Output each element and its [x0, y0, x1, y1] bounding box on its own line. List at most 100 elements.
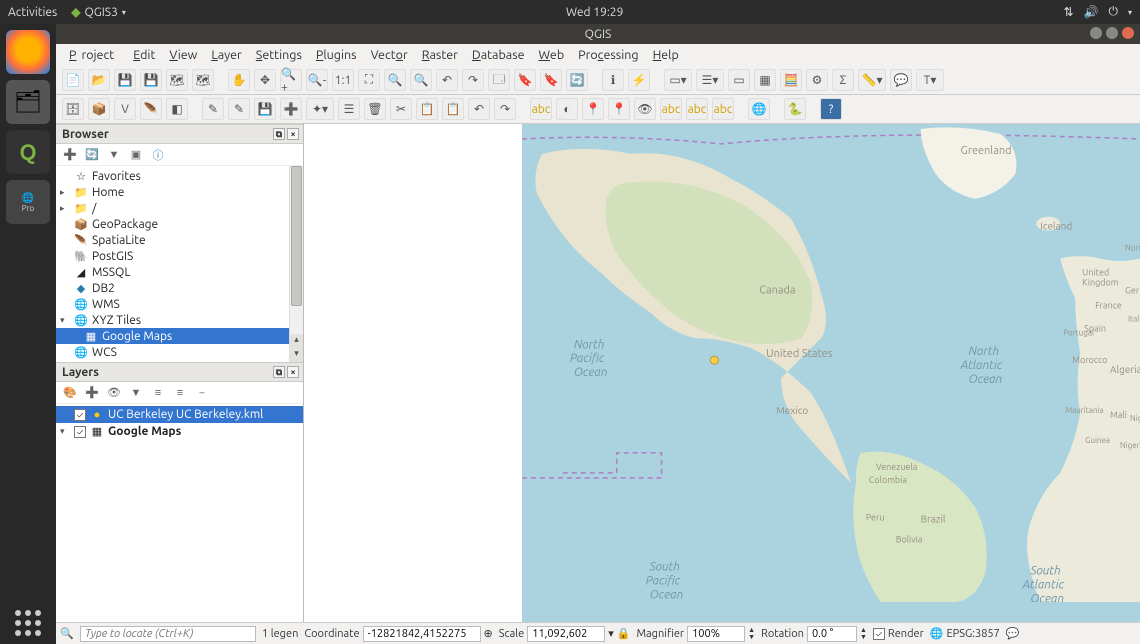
- menu-view[interactable]: View: [164, 46, 202, 64]
- add-feature-icon[interactable]: ➕: [280, 98, 302, 120]
- collapse-all-icon[interactable]: ▣: [128, 147, 144, 163]
- menu-layer[interactable]: Layer: [206, 46, 246, 64]
- diagram-icon[interactable]: ◐: [556, 98, 578, 120]
- show-hide-labels-icon[interactable]: 👁: [634, 98, 656, 120]
- help-icon[interactable]: ?: [820, 98, 842, 120]
- show-bookmarks-icon[interactable]: 🔖: [540, 69, 562, 91]
- refresh-icon[interactable]: 🔄: [566, 69, 588, 91]
- pan-to-selection-icon[interactable]: ✥: [254, 69, 276, 91]
- deselect-icon[interactable]: ▭: [728, 69, 750, 91]
- launcher-qgis[interactable]: [6, 130, 50, 174]
- render-checkbox[interactable]: ✓: [873, 628, 885, 640]
- rotation-input[interactable]: [807, 626, 857, 642]
- window-close[interactable]: [1122, 27, 1134, 39]
- chevron-down-icon[interactable]: ▾: [1128, 8, 1132, 17]
- browser-item-wms[interactable]: 🌐WMS: [56, 296, 303, 312]
- zoom-to-layer-icon[interactable]: 🔍: [410, 69, 432, 91]
- network-icon[interactable]: ⇅: [1063, 5, 1073, 19]
- coordinate-input[interactable]: [363, 626, 481, 642]
- paste-features-icon[interactable]: 📋: [442, 98, 464, 120]
- add-layer-icon[interactable]: ➕: [62, 147, 78, 163]
- measure-icon[interactable]: 📏▾: [858, 69, 886, 91]
- data-source-manager-icon[interactable]: 🗄: [62, 98, 84, 120]
- menu-raster[interactable]: Raster: [417, 46, 463, 64]
- add-group-icon[interactable]: ➕: [84, 385, 100, 401]
- menu-vector[interactable]: Vector: [366, 46, 413, 64]
- browser-item-wcs[interactable]: 🌐WCS: [56, 344, 303, 360]
- layers-tree[interactable]: ✓ ● UC Berkeley UC Berkeley.kml ▾ ✓ ▦ Go…: [56, 404, 303, 622]
- modify-attributes-icon[interactable]: ☰: [338, 98, 360, 120]
- pan-icon[interactable]: ✋: [228, 69, 250, 91]
- expand-all-icon[interactable]: ≡: [150, 385, 166, 401]
- browser-item-spatialite[interactable]: 🪶SpatiaLite: [56, 232, 303, 248]
- launcher-apps-grid[interactable]: [0, 610, 56, 636]
- browser-item-root[interactable]: ▸📁/: [56, 200, 303, 216]
- toolbox-icon[interactable]: ⚙: [806, 69, 828, 91]
- map-tips-icon[interactable]: 💬: [890, 69, 912, 91]
- filter-legend-icon[interactable]: ▼: [128, 385, 144, 401]
- select-features-icon[interactable]: ▭▾: [664, 69, 692, 91]
- chevron-down-icon[interactable]: ▾: [608, 627, 614, 640]
- undo-icon[interactable]: ↶: [468, 98, 490, 120]
- map-canvas[interactable]: Greenland Iceland Canada United States M…: [304, 124, 1140, 622]
- magnifier-stepper[interactable]: ▲▼: [748, 627, 755, 641]
- statistics-icon[interactable]: Σ: [832, 69, 854, 91]
- zoom-to-selection-icon[interactable]: 🔍: [384, 69, 406, 91]
- menu-edit[interactable]: Edit: [128, 46, 160, 64]
- browser-item-db2[interactable]: ◆DB2: [56, 280, 303, 296]
- new-project-icon[interactable]: 📄: [62, 69, 84, 91]
- menu-project[interactable]: Project: [64, 46, 124, 64]
- save-layer-edits-icon[interactable]: 💾: [254, 98, 276, 120]
- annotation-icon[interactable]: T▾: [916, 69, 944, 91]
- style-icon[interactable]: 🎨: [62, 385, 78, 401]
- move-label-icon[interactable]: abc: [660, 98, 682, 120]
- pin-labels-icon[interactable]: 📍: [608, 98, 630, 120]
- label-icon[interactable]: abc: [530, 98, 552, 120]
- browser-item-google-maps[interactable]: ▦Google Maps: [56, 328, 303, 344]
- magnifier-input[interactable]: [687, 626, 745, 642]
- collapse-all-icon[interactable]: ≡: [172, 385, 188, 401]
- delete-selected-icon[interactable]: 🗑: [364, 98, 386, 120]
- crs-icon[interactable]: 🌐: [930, 627, 944, 640]
- scrollbar-thumb[interactable]: [291, 166, 302, 306]
- zoom-out-icon[interactable]: 🔍-: [306, 69, 328, 91]
- redo-icon[interactable]: ↷: [494, 98, 516, 120]
- new-shapefile-icon[interactable]: V: [114, 98, 136, 120]
- metasearch-icon[interactable]: 🌐: [748, 98, 770, 120]
- action-icon[interactable]: ⚡: [628, 69, 650, 91]
- zoom-in-icon[interactable]: 🔍+: [280, 69, 302, 91]
- filter-browser-icon[interactable]: ▼: [106, 147, 122, 163]
- clock[interactable]: Wed 19:29: [126, 6, 1064, 19]
- browser-item-geopackage[interactable]: 📦GeoPackage: [56, 216, 303, 232]
- browser-item-mssql[interactable]: ◢MSSQL: [56, 264, 303, 280]
- save-as-icon[interactable]: 💾: [140, 69, 162, 91]
- zoom-full-icon[interactable]: ⛶: [358, 69, 380, 91]
- menu-web[interactable]: Web: [534, 46, 570, 64]
- menu-database[interactable]: Database: [467, 46, 530, 64]
- save-icon[interactable]: 💾: [114, 69, 136, 91]
- zoom-native-icon[interactable]: 1:1: [332, 69, 354, 91]
- field-calculator-icon[interactable]: 🧮: [780, 69, 802, 91]
- new-spatialite-icon[interactable]: 🪶: [140, 98, 162, 120]
- window-maximize[interactable]: [1106, 27, 1118, 39]
- scale-input[interactable]: [527, 626, 605, 642]
- scroll-down-icon[interactable]: ▾: [290, 348, 303, 362]
- launcher-firefox[interactable]: [6, 30, 50, 74]
- scroll-up-icon[interactable]: ▴: [290, 334, 303, 348]
- layout-manager-icon[interactable]: 🗺: [192, 69, 214, 91]
- layer-google-maps[interactable]: ▾ ✓ ▦ Google Maps: [56, 423, 303, 440]
- messages-icon[interactable]: 💬: [1006, 627, 1020, 640]
- copy-features-icon[interactable]: 📋: [416, 98, 438, 120]
- properties-icon[interactable]: ⓘ: [150, 147, 166, 163]
- rotate-label-icon[interactable]: abc: [686, 98, 708, 120]
- select-by-value-icon[interactable]: ☰▾: [696, 69, 724, 91]
- identify-icon[interactable]: ℹ: [602, 69, 624, 91]
- menu-processing[interactable]: Processing: [573, 46, 643, 64]
- browser-item-postgis[interactable]: 🐘PostGIS: [56, 248, 303, 264]
- browser-item-xyz-tiles[interactable]: ▾🌐XYZ Tiles: [56, 312, 303, 328]
- browser-item-home[interactable]: ▸📁Home: [56, 184, 303, 200]
- crs-label[interactable]: EPSG:3857: [946, 628, 999, 640]
- open-project-icon[interactable]: 📂: [88, 69, 110, 91]
- new-virtual-layer-icon[interactable]: ◧: [166, 98, 188, 120]
- launcher-files[interactable]: 🗂: [6, 80, 50, 124]
